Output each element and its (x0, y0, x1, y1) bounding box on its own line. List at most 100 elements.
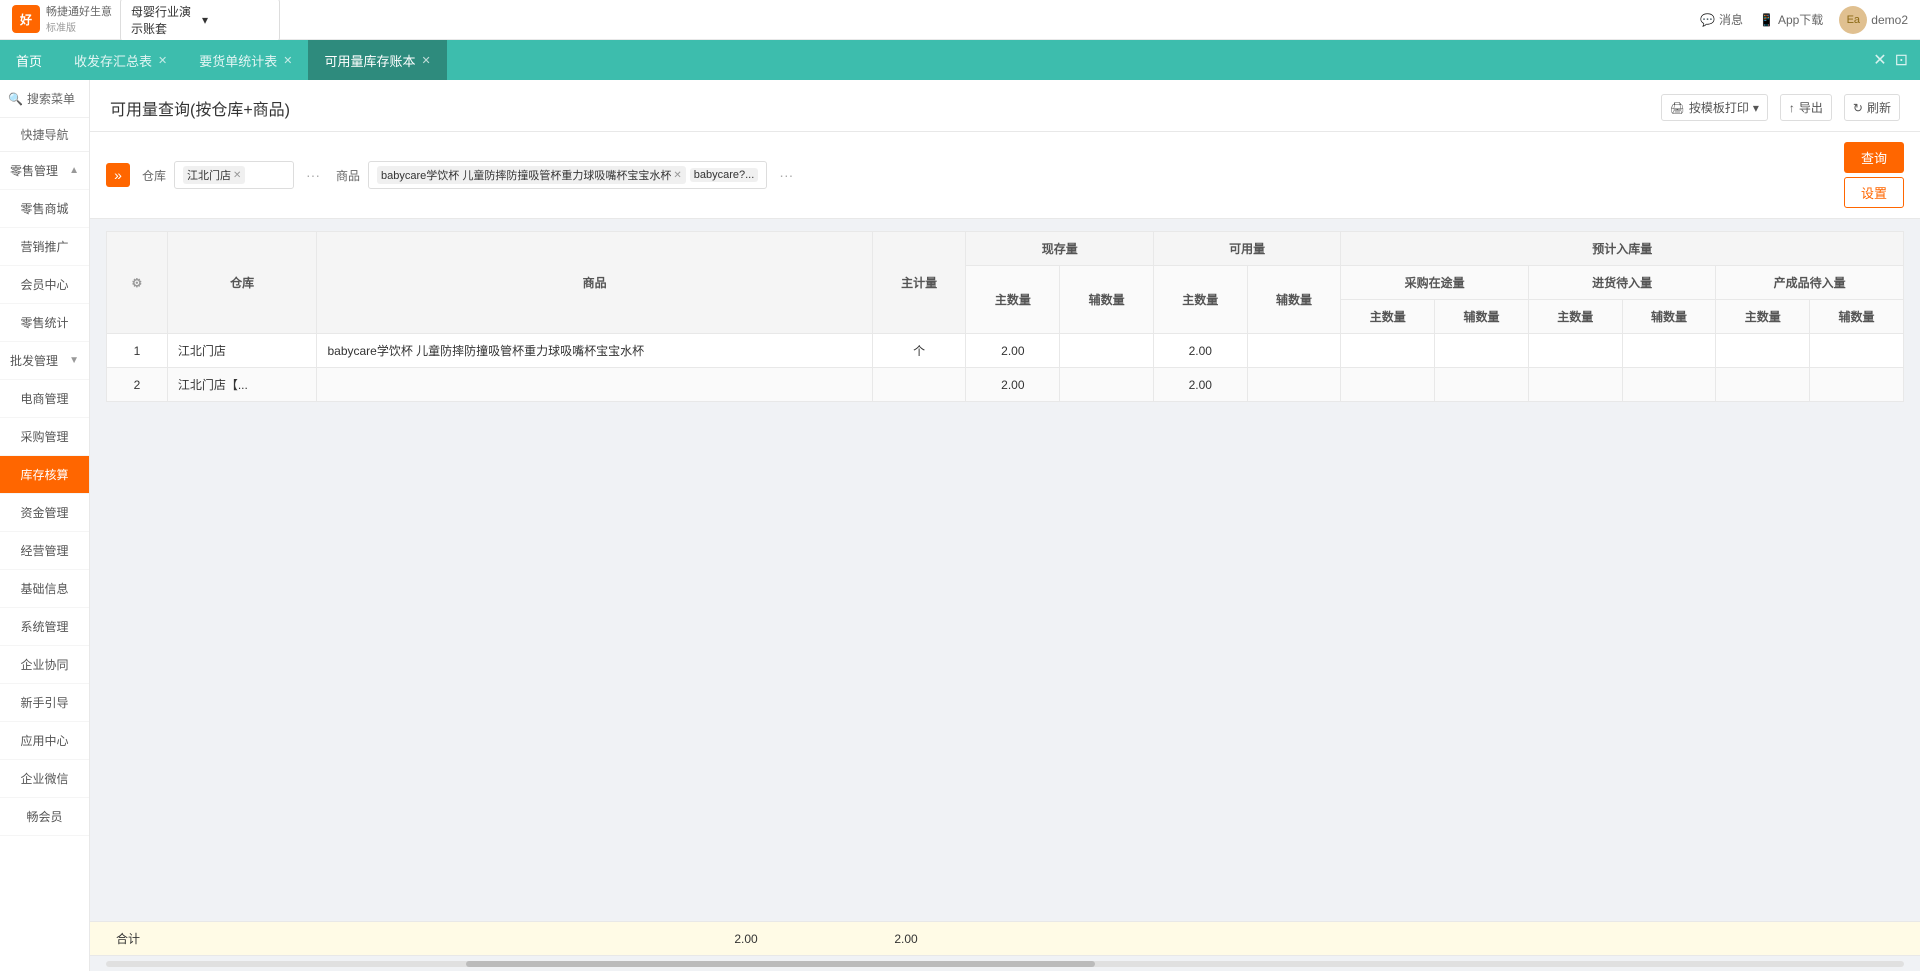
expand-btn[interactable]: » (106, 163, 130, 187)
top-bar: 好 畅捷通好生意 标准版 母婴行业演示账套 ▾ 💬 消息 📱 App下载 Ea … (0, 0, 1920, 40)
footer-label: 合计 (106, 930, 706, 947)
sidebar-item-ecommerce[interactable]: 电商管理 (0, 380, 89, 418)
ecommerce-label: 电商管理 (20, 390, 68, 407)
main-layout: 🔍 搜索菜单 快捷导航 零售管理 ▲ 零售商城 营销推广 会员中心 零售统计 批… (0, 80, 1920, 971)
footer-current-total: 2.00 (706, 932, 786, 946)
enterprise-label: 企业协同 (20, 656, 68, 673)
sidebar-item-retail-mgmt[interactable]: 零售管理 ▲ (0, 152, 89, 190)
sidebar-item-member[interactable]: 会员中心 (0, 266, 89, 304)
system-label: 系统管理 (20, 618, 68, 635)
row1-product: babycare学饮杯 儿童防摔防撞吸管杯重力球吸嘴杯宝宝水杯 (317, 334, 872, 368)
tab-order-close[interactable]: ✕ (283, 54, 292, 67)
user-area[interactable]: Ea demo2 (1839, 6, 1908, 34)
tenant-selector[interactable]: 母婴行业演示账套 ▾ (120, 0, 280, 42)
product-input[interactable]: babycare学饮杯 儿童防摔防撞吸管杯重力球吸嘴杯宝宝水杯 ✕ babyca… (368, 161, 767, 189)
sidebar-item-retail-stats[interactable]: 零售统计 (0, 304, 89, 342)
scroll-bar-area (90, 955, 1920, 971)
sidebar-item-vip[interactable]: 畅会员 (0, 798, 89, 836)
row1-index: 1 (107, 334, 168, 368)
horizontal-scrollbar[interactable] (106, 961, 1904, 967)
sidebar-item-app-center[interactable]: 应用中心 (0, 722, 89, 760)
user-name: demo2 (1871, 13, 1908, 27)
inventory-label: 库存核算 (20, 466, 68, 483)
sidebar-item-wholesale[interactable]: 批发管理 ▼ (0, 342, 89, 380)
user-initials: Ea (1847, 14, 1860, 26)
restore-window-btn[interactable]: ⊡ (1895, 50, 1908, 70)
product-tag-1-text: babycare学饮杯 儿童防摔防撞吸管杯重力球吸嘴杯宝宝水杯 (381, 167, 671, 183)
tab-stock-close[interactable]: ✕ (422, 54, 431, 67)
sidebar-item-retail-mall[interactable]: 零售商城 (0, 190, 89, 228)
warehouse-tag: 江北门店 ✕ (183, 166, 245, 184)
product-tag-1-remove[interactable]: ✕ (673, 170, 681, 181)
th-available: 可用量 (1153, 232, 1340, 266)
sidebar-item-system[interactable]: 系统管理 (0, 608, 89, 646)
export-label: 导出 (1799, 99, 1823, 116)
app-center-label: 应用中心 (20, 732, 68, 749)
th-inbound-pending: 进货待入量 (1528, 266, 1715, 300)
sidebar-item-basic-info[interactable]: 基础信息 (0, 570, 89, 608)
refresh-btn[interactable]: ↻ 刷新 (1844, 94, 1900, 121)
sidebar-item-new-guide[interactable]: 新手引导 (0, 684, 89, 722)
row2-production-aux (1810, 368, 1904, 402)
row2-unit (872, 368, 966, 402)
product-tag-1: babycare学饮杯 儿童防摔防撞吸管杯重力球吸嘴杯宝宝水杯 ✕ (377, 166, 686, 184)
sidebar-search[interactable]: 🔍 搜索菜单 (0, 80, 89, 118)
th-inbound-main: 主数量 (1528, 300, 1622, 334)
logo-icon: 好 (12, 5, 40, 33)
warehouse-dots[interactable]: ··· (302, 167, 324, 183)
export-btn[interactable]: ↑ 导出 (1780, 94, 1832, 121)
close-window-btn[interactable]: ✕ (1873, 50, 1886, 70)
app-download-action[interactable]: 📱 App下载 (1759, 11, 1823, 28)
member-label: 会员中心 (20, 276, 68, 293)
arrow-icon: ▼ (69, 355, 79, 366)
top-bar-right: 💬 消息 📱 App下载 Ea demo2 (1700, 6, 1908, 34)
table-footer: 合计 2.00 2.00 (90, 921, 1920, 955)
sidebar-item-enterprise-wechat[interactable]: 企业微信 (0, 760, 89, 798)
page-title: 可用量查询(按仓库+商品) (110, 96, 290, 120)
warehouse-input[interactable]: 江北门店 ✕ (174, 161, 294, 189)
sidebar-quick-nav[interactable]: 快捷导航 (0, 118, 89, 152)
sidebar-item-purchase[interactable]: 采购管理 (0, 418, 89, 456)
message-action[interactable]: 💬 消息 (1700, 11, 1743, 28)
tab-receipt-summary[interactable]: 收发存汇总表 ✕ (58, 40, 183, 80)
sidebar-item-finance[interactable]: 资金管理 (0, 494, 89, 532)
tab-receipt-close[interactable]: ✕ (158, 54, 167, 67)
retail-mall-label: 零售商城 (20, 200, 68, 217)
tab-home[interactable]: 首页 (0, 40, 58, 80)
row2-purchase-main (1341, 368, 1435, 402)
print-icon: 🖨 (1670, 101, 1685, 115)
print-btn[interactable]: 🖨 按模板打印 ▾ (1661, 94, 1768, 121)
row1-purchase-aux (1435, 334, 1529, 368)
logo-text-area: 畅捷通好生意 标准版 (46, 5, 112, 34)
sidebar-item-enterprise[interactable]: 企业协同 (0, 646, 89, 684)
sidebar-item-marketing[interactable]: 营销推广 (0, 228, 89, 266)
row1-avail-main: 2.00 (1153, 334, 1247, 368)
warehouse-tag-text: 江北门店 (187, 167, 231, 183)
page-actions: 🖨 按模板打印 ▾ ↑ 导出 ↻ 刷新 (1661, 94, 1900, 121)
row1-current-aux (1060, 334, 1154, 368)
sidebar-item-business[interactable]: 经营管理 (0, 532, 89, 570)
product-dots[interactable]: ··· (775, 167, 797, 183)
print-label: 按模板打印 (1689, 99, 1749, 116)
th-settings[interactable]: ⚙ (107, 232, 168, 334)
search-icon: 🔍 (8, 92, 23, 106)
tab-order-stats[interactable]: 要货单统计表 ✕ (183, 40, 308, 80)
tab-available-stock[interactable]: 可用量库存账本 ✕ (308, 40, 446, 80)
enterprise-wechat-label: 企业微信 (20, 770, 68, 787)
row2-product (317, 368, 872, 402)
row1-current-main: 2.00 (966, 334, 1060, 368)
warehouse-tag-remove[interactable]: ✕ (233, 170, 241, 181)
sidebar-item-inventory[interactable]: 库存核算 (0, 456, 89, 494)
page-header: 可用量查询(按仓库+商品) 🖨 按模板打印 ▾ ↑ 导出 ↻ 刷新 (90, 80, 1920, 132)
th-inbound-aux: 辅数量 (1622, 300, 1716, 334)
th-product: 商品 (317, 232, 872, 334)
settings-icon[interactable]: ⚙ (129, 275, 145, 291)
row2-production-main (1716, 368, 1810, 402)
row2-inbound-aux (1622, 368, 1716, 402)
query-btn[interactable]: 查询 (1844, 142, 1904, 173)
scrollbar-thumb[interactable] (466, 961, 1095, 967)
setting-btn[interactable]: 设置 (1844, 177, 1904, 208)
mobile-icon: 📱 (1759, 13, 1774, 27)
vip-label: 畅会员 (26, 808, 62, 825)
row1-warehouse: 江北门店 (167, 334, 317, 368)
